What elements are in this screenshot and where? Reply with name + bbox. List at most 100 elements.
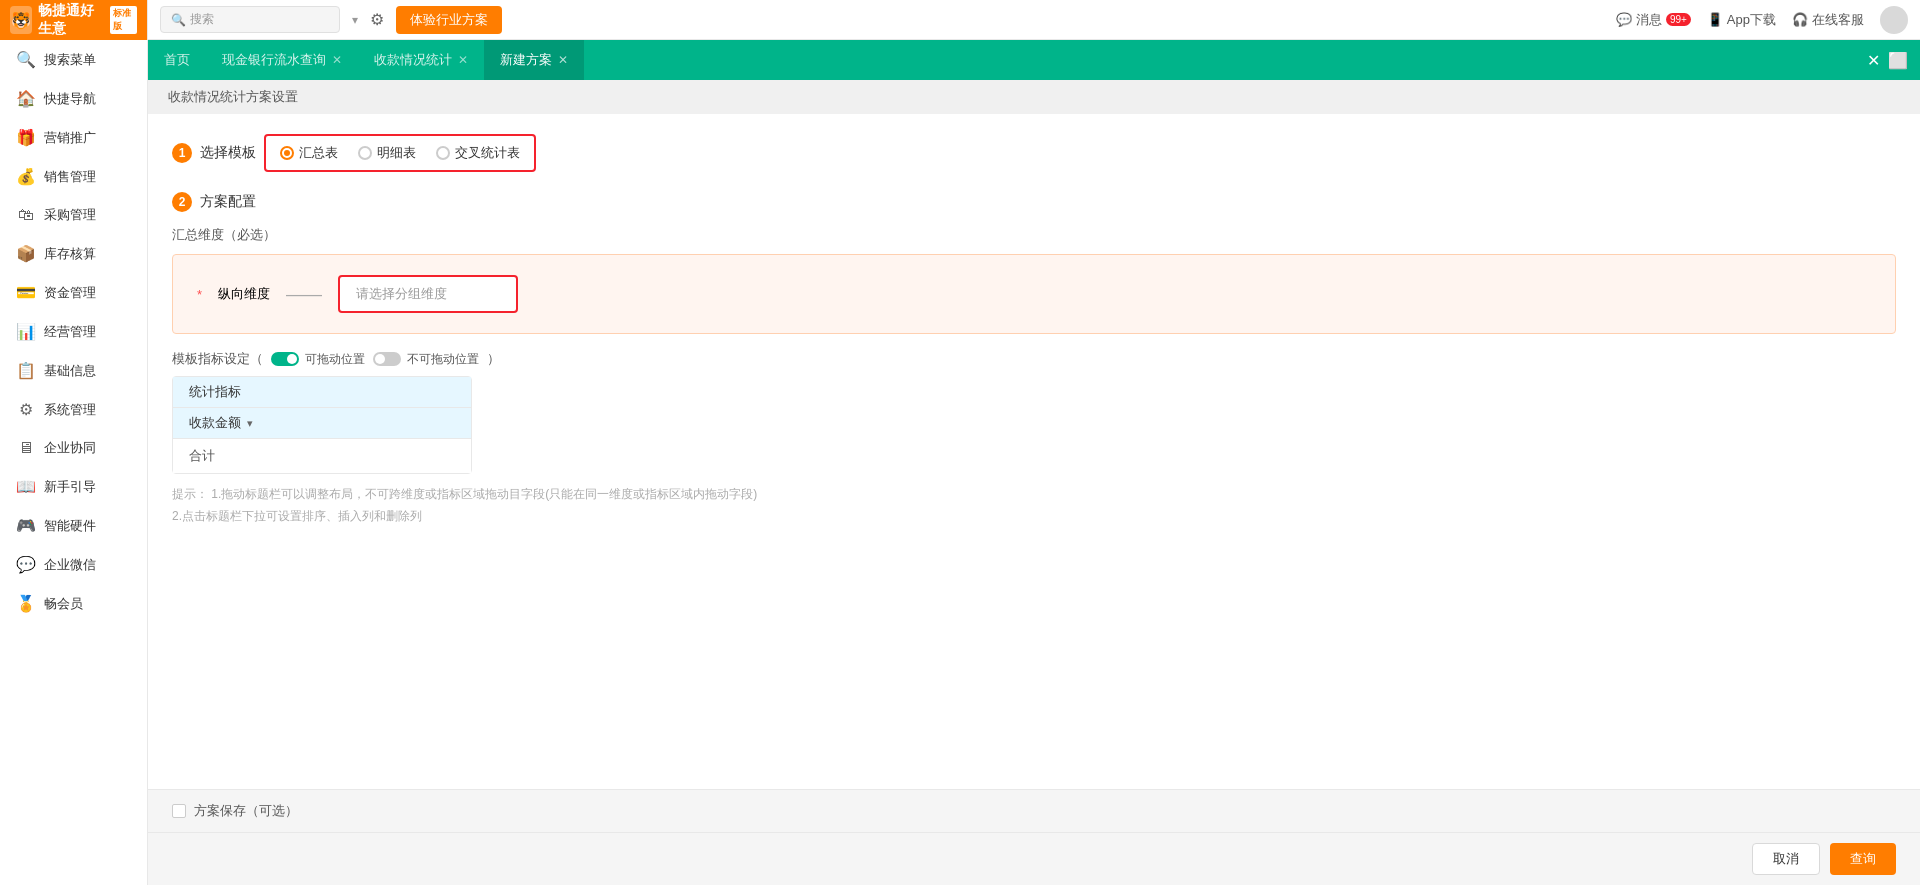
save-checkbox[interactable]	[172, 804, 186, 818]
dropdown-arrow[interactable]: ▾	[352, 13, 358, 27]
toggle-draggable-pill[interactable]	[271, 352, 299, 366]
sidebar-item-smart-hw[interactable]: 🎮 智能硬件	[0, 506, 147, 545]
radio-detail-label: 明细表	[377, 144, 416, 162]
dimension-arrow: ——	[286, 284, 322, 305]
logo-icon: 🐯	[10, 6, 32, 34]
tip-text-1: 提示： 1.拖动标题栏可以调整布局，不可跨维度或指标区域拖动目字段(只能在同一维…	[172, 484, 757, 506]
sidebar: 🐯 畅捷通好生意 标准版 🔍 搜索菜单 🏠 快捷导航 🎁 营销推广 💰 销售管理…	[0, 0, 148, 885]
search-text: 搜索	[190, 11, 214, 28]
sidebar-item-basic-info[interactable]: 📋 基础信息	[0, 351, 147, 390]
sidebar-item-label: 畅会员	[44, 595, 83, 613]
sidebar-menu: 🔍 搜索菜单 🏠 快捷导航 🎁 营销推广 💰 销售管理 🛍 采购管理 📦 库存核…	[0, 40, 147, 885]
sidebar-item-system[interactable]: ⚙ 系统管理	[0, 390, 147, 429]
tab-home[interactable]: 首页	[148, 40, 206, 80]
service-label: 在线客服	[1812, 11, 1864, 29]
close-icon[interactable]: ✕	[558, 53, 568, 67]
gear-icon[interactable]: ⚙	[370, 10, 384, 29]
guide-icon: 📖	[16, 477, 36, 496]
tab-new-plan[interactable]: 新建方案 ✕	[484, 40, 584, 80]
sidebar-item-enterprise-wechat[interactable]: 💬 企业微信	[0, 545, 147, 584]
app-icon: 📱	[1707, 12, 1723, 27]
topbar: 🔍 搜索 ▾ ⚙ 体验行业方案 💬 消息 99+ 📱 App下载 🎧 在线客服	[148, 0, 1920, 40]
sidebar-item-label: 企业微信	[44, 556, 96, 574]
sidebar-item-purchase[interactable]: 🛍 采购管理	[0, 196, 147, 234]
radio-summary-label: 汇总表	[299, 144, 338, 162]
sales-icon: 💰	[16, 167, 36, 186]
message-button[interactable]: 💬 消息 99+	[1616, 11, 1691, 29]
industry-btn[interactable]: 体验行业方案	[396, 6, 502, 34]
step1-number: 1	[172, 143, 192, 163]
form-card: 1 选择模板 汇总表 明细表 交叉统计表	[148, 114, 1920, 789]
step2-title: 方案配置	[200, 193, 256, 211]
indicator-column-header[interactable]: 收款金额 ▾	[173, 408, 471, 439]
message-label: 消息	[1636, 11, 1662, 29]
sidebar-item-enterprise-collab[interactable]: 🖥 企业协同	[0, 429, 147, 467]
sidebar-item-search-menu[interactable]: 🔍 搜索菜单	[0, 40, 147, 79]
template-radio-group: 汇总表 明细表 交叉统计表	[264, 134, 536, 172]
sidebar-item-quick-nav[interactable]: 🏠 快捷导航	[0, 79, 147, 118]
dimension-input[interactable]: 请选择分组维度	[338, 275, 518, 313]
step2-section: 2 方案配置 汇总维度（必选） * 纵向维度 —— 请选择分组维度	[172, 192, 1896, 527]
indicator-section: 模板指标设定（ 可拖动位置 不可拖动位置 ） 统计指标	[172, 350, 1896, 474]
stat-indicators-label: 统计指标	[189, 383, 241, 401]
sidebar-item-operations[interactable]: 📊 经营管理	[0, 312, 147, 351]
radio-summary[interactable]: 汇总表	[280, 144, 338, 162]
dimension-row-label: 纵向维度	[218, 285, 270, 303]
dimension-required-mark: *	[197, 287, 202, 302]
query-button[interactable]: 查询	[1830, 843, 1896, 875]
sidebar-item-new-guide[interactable]: 📖 新手引导	[0, 467, 147, 506]
sidebar-item-label: 基础信息	[44, 362, 96, 380]
search-box[interactable]: 🔍 搜索	[160, 6, 340, 33]
wechat-icon: 💬	[16, 555, 36, 574]
tab-receipt-stat[interactable]: 收款情况统计 ✕	[358, 40, 484, 80]
member-icon: 🏅	[16, 594, 36, 613]
tip-line-2: 2.点击标题栏下拉可设置排序、插入列和删除列	[172, 506, 1896, 528]
close-icon[interactable]: ✕	[458, 53, 468, 67]
dimension-placeholder: 请选择分组维度	[356, 286, 447, 301]
service-button[interactable]: 🎧 在线客服	[1792, 11, 1864, 29]
close-icon[interactable]: ✕	[332, 53, 342, 67]
indicator-title: 模板指标设定（	[172, 350, 263, 368]
toggle-non-draggable-pill[interactable]	[373, 352, 401, 366]
basic-info-icon: 📋	[16, 361, 36, 380]
service-icon: 🎧	[1792, 12, 1808, 27]
radio-detail[interactable]: 明细表	[358, 144, 416, 162]
close-window-icon[interactable]: ✕	[1867, 51, 1880, 70]
sidebar-item-label: 快捷导航	[44, 90, 96, 108]
sidebar-item-label: 采购管理	[44, 206, 96, 224]
toggle-draggable[interactable]: 可拖动位置	[271, 351, 365, 368]
sidebar-item-member[interactable]: 🏅 畅会员	[0, 584, 147, 623]
radio-cross[interactable]: 交叉统计表	[436, 144, 520, 162]
step1-title: 选择模板	[200, 144, 256, 162]
save-option-label: 方案保存（可选）	[194, 802, 298, 820]
step1-section: 1 选择模板 汇总表 明细表 交叉统计表	[172, 134, 1896, 172]
inventory-icon: 📦	[16, 244, 36, 263]
radio-circle-cross	[436, 146, 450, 160]
tabbar: 首页 现金银行流水查询 ✕ 收款情况统计 ✕ 新建方案 ✕ ✕ ⬜	[148, 40, 1920, 80]
page-content: 收款情况统计方案设置 1 选择模板 汇总表 明细表	[148, 80, 1920, 885]
sidebar-item-sales[interactable]: 💰 销售管理	[0, 157, 147, 196]
sidebar-item-inventory[interactable]: 📦 库存核算	[0, 234, 147, 273]
sidebar-item-marketing[interactable]: 🎁 营销推广	[0, 118, 147, 157]
operations-icon: 📊	[16, 322, 36, 341]
breadcrumb: 收款情况统计方案设置	[148, 80, 1920, 114]
tab-new-plan-label: 新建方案	[500, 51, 552, 69]
search-menu-icon: 🔍	[16, 50, 36, 69]
radio-circle-summary	[280, 146, 294, 160]
indicator-table: 统计指标 收款金额 ▾ 合计	[172, 376, 472, 474]
cancel-button[interactable]: 取消	[1752, 843, 1820, 875]
sidebar-item-label: 企业协同	[44, 439, 96, 457]
app-download-button[interactable]: 📱 App下载	[1707, 11, 1776, 29]
sidebar-item-label: 新手引导	[44, 478, 96, 496]
user-avatar[interactable]	[1880, 6, 1908, 34]
indicator-table-header[interactable]: 统计指标	[173, 377, 471, 408]
maximize-icon[interactable]: ⬜	[1888, 51, 1908, 70]
tab-home-label: 首页	[164, 51, 190, 69]
radio-circle-detail	[358, 146, 372, 160]
sidebar-item-label: 营销推广	[44, 129, 96, 147]
toggle-non-draggable[interactable]: 不可拖动位置	[373, 351, 479, 368]
tab-cash-bank[interactable]: 现金银行流水查询 ✕	[206, 40, 358, 80]
sidebar-item-finance[interactable]: 💳 资金管理	[0, 273, 147, 312]
save-option-bar: 方案保存（可选）	[148, 789, 1920, 832]
search-icon: 🔍	[171, 13, 186, 27]
